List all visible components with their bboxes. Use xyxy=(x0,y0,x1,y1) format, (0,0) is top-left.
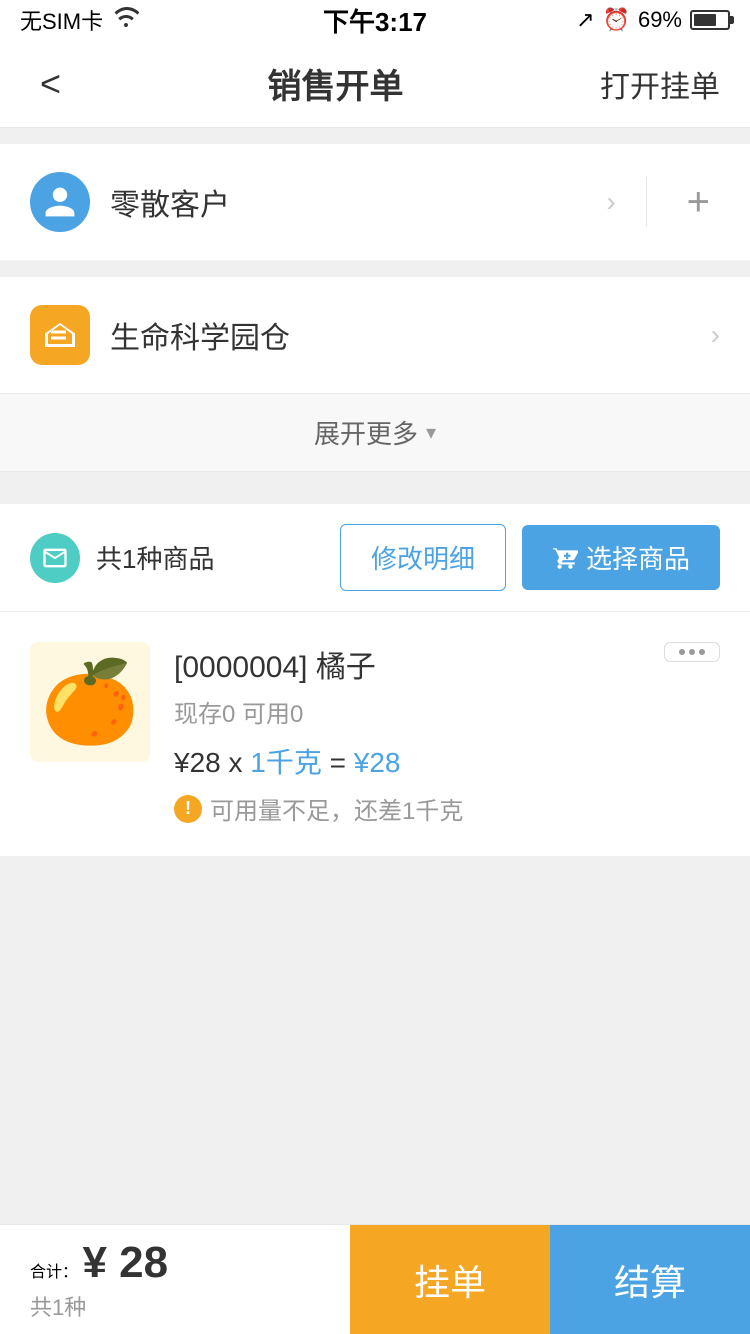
select-product-button[interactable]: 选择商品 xyxy=(522,525,720,590)
total-count: 共1种 xyxy=(30,1290,320,1322)
customer-section: 零散客户 › + xyxy=(0,144,750,261)
select-product-label: 选择商品 xyxy=(586,539,690,576)
status-left: 无SIM卡 xyxy=(20,4,139,36)
divider-products-top xyxy=(0,472,750,488)
products-section: 共1种商品 修改明细 选择商品 🍊 [0000004] 橘子 xyxy=(0,504,750,856)
open-hold-button[interactable]: 打开挂单 xyxy=(600,62,720,106)
page-title: 销售开单 xyxy=(268,59,404,108)
edit-detail-button[interactable]: 修改明细 xyxy=(340,524,506,591)
product-image: 🍊 xyxy=(30,642,150,762)
product-stock: 现存0 可用0 xyxy=(174,694,720,729)
product-code: [0000004] xyxy=(174,651,307,684)
checkout-button[interactable]: 结算 xyxy=(550,1225,750,1334)
chevron-down-icon: ▾ xyxy=(426,420,436,445)
battery-icon xyxy=(690,10,730,30)
products-header: 共1种商品 修改明细 选择商品 xyxy=(0,504,750,612)
product-item: 🍊 [0000004] 橘子 现存0 可用0 ¥28 x xyxy=(0,612,750,856)
divider-vertical xyxy=(646,177,647,227)
warehouse-row[interactable]: 生命科学园仓 › xyxy=(0,277,750,393)
total-label: 合计： xyxy=(30,1264,78,1281)
product-price-row: ¥28 x 1千克 = ¥28 xyxy=(174,741,720,781)
alarm-icon: ⏰ xyxy=(603,7,630,33)
product-more-button[interactable] xyxy=(664,642,720,662)
status-time: 下午3:17 xyxy=(323,2,427,39)
bottom-bar: 合计： ¥ 28 共1种 挂单 结算 xyxy=(0,1224,750,1334)
total-row: 合计： ¥ 28 xyxy=(30,1238,320,1288)
product-total: ¥28 xyxy=(354,747,401,778)
add-customer-button[interactable]: + xyxy=(677,180,720,225)
location-icon: ↗ xyxy=(576,7,594,33)
product-name: [0000004] 橘子 xyxy=(174,642,664,686)
divider-top xyxy=(0,128,750,144)
status-bar: 无SIM卡 下午3:17 ↗ ⏰ 69% xyxy=(0,0,750,40)
bottom-total: 合计： ¥ 28 共1种 xyxy=(0,1238,350,1322)
product-quantity[interactable]: 1千克 xyxy=(250,747,322,778)
total-amount: ¥ 28 xyxy=(82,1238,168,1287)
expand-more-label: 展开更多 xyxy=(314,414,418,451)
customer-avatar xyxy=(30,172,90,232)
warehouse-name: 生命科学园仓 xyxy=(110,313,711,357)
customer-name: 零散客户 xyxy=(110,180,606,224)
warehouse-section: 生命科学园仓 › xyxy=(0,277,750,393)
product-warning: ! 可用量不足，还差1千克 xyxy=(174,791,720,826)
carrier-label: 无SIM卡 xyxy=(20,4,103,36)
back-button[interactable]: < xyxy=(30,53,71,115)
warehouse-chevron-icon: › xyxy=(711,319,720,351)
battery-percent: 69% xyxy=(638,7,682,33)
products-count: 共1种商品 xyxy=(96,539,340,576)
wifi-icon xyxy=(113,7,139,33)
product-multiplier: x xyxy=(229,747,251,778)
chevron-right-icon: › xyxy=(606,186,615,218)
nav-bar: < 销售开单 打开挂单 xyxy=(0,40,750,128)
gray-area xyxy=(0,856,750,1256)
customer-row[interactable]: 零散客户 › + xyxy=(0,144,750,261)
product-name-row: [0000004] 橘子 xyxy=(174,642,720,686)
product-equals: = xyxy=(330,747,354,778)
hold-button[interactable]: 挂单 xyxy=(350,1225,550,1334)
divider-warehouse-top xyxy=(0,261,750,277)
warehouse-icon xyxy=(30,305,90,365)
expand-more-button[interactable]: 展开更多 ▾ xyxy=(0,393,750,472)
warning-text: 可用量不足，还差1千克 xyxy=(210,791,463,826)
product-info: [0000004] 橘子 现存0 可用0 ¥28 x 1千克 = ¥28 xyxy=(174,642,720,826)
products-icon xyxy=(30,533,80,583)
orange-image: 🍊 xyxy=(40,655,140,749)
customer-row-right: › + xyxy=(606,177,720,227)
warning-icon: ! xyxy=(174,795,202,823)
status-right: ↗ ⏰ 69% xyxy=(576,7,730,33)
product-unit-price: ¥28 xyxy=(174,747,221,778)
